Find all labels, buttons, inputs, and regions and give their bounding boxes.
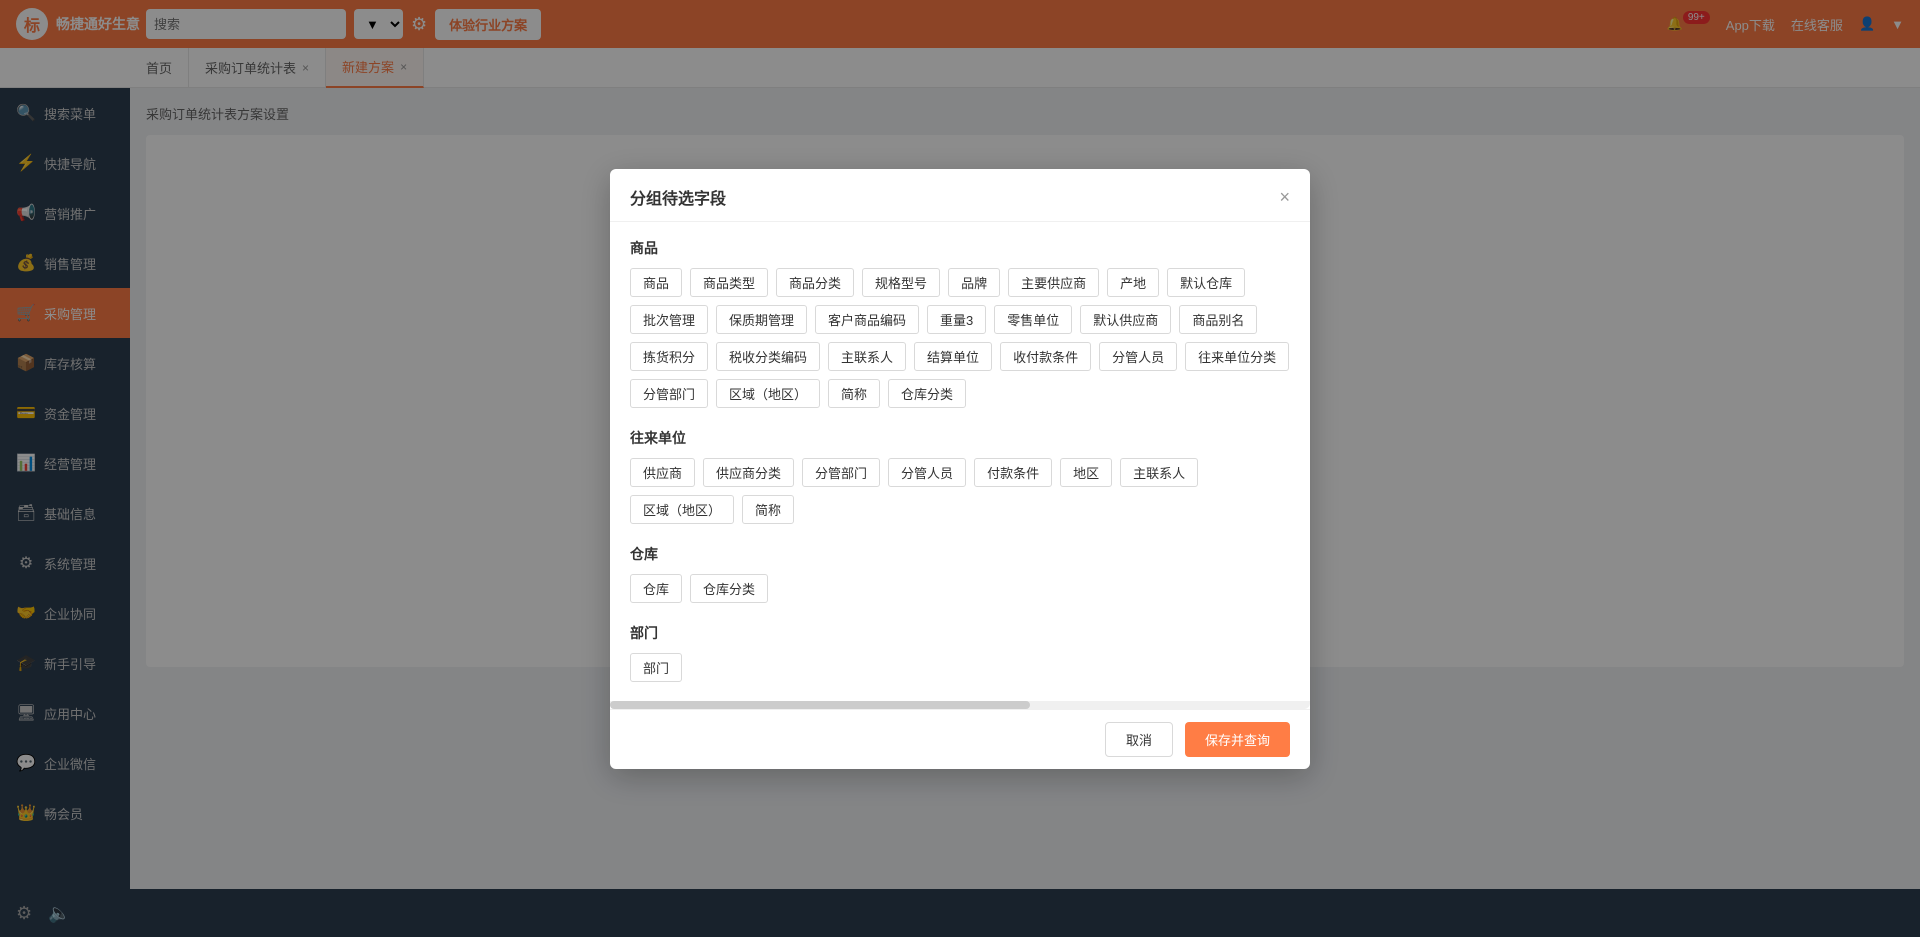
field-tag-往来单位分类[interactable]: 往来单位分类 (1185, 342, 1289, 371)
section-department: 部门部门 (630, 623, 1290, 682)
field-tag-重量3[interactable]: 重量3 (927, 305, 986, 334)
field-tag-收付款条件[interactable]: 收付款条件 (1000, 342, 1091, 371)
section-department-tags: 部门 (630, 653, 1290, 682)
section-partner-tags: 供应商供应商分类分管部门分管人员付款条件地区主联系人区域（地区） 简称 (630, 458, 1290, 524)
field-tag-主联系人[interactable]: 主联系人 (1120, 458, 1198, 487)
save-query-button[interactable]: 保存并查询 (1185, 722, 1290, 757)
modal-overlay: 分组待选字段 × 商品商品商品类型商品分类规格型号品牌主要供应商产地默认仓库批次… (0, 0, 1920, 937)
field-tag-商品类型[interactable]: 商品类型 (690, 268, 768, 297)
field-tag-规格型号[interactable]: 规格型号 (862, 268, 940, 297)
field-tag-供应商分类[interactable]: 供应商分类 (703, 458, 794, 487)
field-tag-品牌[interactable]: 品牌 (948, 268, 1000, 297)
field-tag-主联系人[interactable]: 主联系人 (828, 342, 906, 371)
field-tag-拣货积分[interactable]: 拣货积分 (630, 342, 708, 371)
field-tag-默认仓库[interactable]: 默认仓库 (1167, 268, 1245, 297)
field-tag-供应商[interactable]: 供应商 (630, 458, 695, 487)
field-tag-客户商品编码[interactable]: 客户商品编码 (815, 305, 919, 334)
field-tag-商品分类[interactable]: 商品分类 (776, 268, 854, 297)
modal-footer: 取消 保存并查询 (610, 709, 1310, 769)
section-warehouse-tags: 仓库仓库分类 (630, 574, 1290, 603)
section-goods-tags: 商品商品类型商品分类规格型号品牌主要供应商产地默认仓库批次管理保质期管理客户商品… (630, 268, 1290, 408)
field-tag-零售单位[interactable]: 零售单位 (994, 305, 1072, 334)
field-tag-默认供应商[interactable]: 默认供应商 (1080, 305, 1171, 334)
field-tag-区域（地区）[interactable]: 区域（地区） (716, 379, 820, 408)
section-department-title: 部门 (630, 623, 1290, 643)
modal-header: 分组待选字段 × (610, 169, 1310, 222)
cancel-button[interactable]: 取消 (1105, 722, 1173, 757)
section-goods: 商品商品商品类型商品分类规格型号品牌主要供应商产地默认仓库批次管理保质期管理客户… (630, 238, 1290, 408)
field-tag-仓库分类[interactable]: 仓库分类 (888, 379, 966, 408)
field-tag-结算单位[interactable]: 结算单位 (914, 342, 992, 371)
scrollbar-thumb (610, 701, 1030, 709)
section-warehouse: 仓库仓库仓库分类 (630, 544, 1290, 603)
modal-horizontal-scrollbar[interactable] (610, 701, 1310, 709)
field-tag-税收分类编码[interactable]: 税收分类编码 (716, 342, 820, 371)
section-warehouse-title: 仓库 (630, 544, 1290, 564)
modal-close-button[interactable]: × (1279, 188, 1290, 206)
field-tag-仓库[interactable]: 仓库 (630, 574, 682, 603)
section-partner: 往来单位供应商供应商分类分管部门分管人员付款条件地区主联系人区域（地区） 简称 (630, 428, 1290, 524)
section-goods-title: 商品 (630, 238, 1290, 258)
field-select-modal: 分组待选字段 × 商品商品商品类型商品分类规格型号品牌主要供应商产地默认仓库批次… (610, 169, 1310, 769)
field-tag-付款条件[interactable]: 付款条件 (974, 458, 1052, 487)
field-tag-部门[interactable]: 部门 (630, 653, 682, 682)
field-tag-主要供应商[interactable]: 主要供应商 (1008, 268, 1099, 297)
field-tag-商品[interactable]: 商品 (630, 268, 682, 297)
field-tag-商品别名[interactable]: 商品别名 (1179, 305, 1257, 334)
field-tag-批次管理[interactable]: 批次管理 (630, 305, 708, 334)
field-tag-分管部门[interactable]: 分管部门 (630, 379, 708, 408)
field-tag-简称[interactable]: 简称 (828, 379, 880, 408)
field-tag-分管人员[interactable]: 分管人员 (888, 458, 966, 487)
field-tag-保质期管理[interactable]: 保质期管理 (716, 305, 807, 334)
field-tag-分管人员[interactable]: 分管人员 (1099, 342, 1177, 371)
field-tag-简称[interactable]: 简称 (742, 495, 794, 524)
field-tag-仓库分类[interactable]: 仓库分类 (690, 574, 768, 603)
modal-body[interactable]: 商品商品商品类型商品分类规格型号品牌主要供应商产地默认仓库批次管理保质期管理客户… (610, 222, 1310, 701)
field-tag-分管部门[interactable]: 分管部门 (802, 458, 880, 487)
modal-title: 分组待选字段 (630, 185, 726, 209)
field-tag-产地[interactable]: 产地 (1107, 268, 1159, 297)
section-partner-title: 往来单位 (630, 428, 1290, 448)
field-tag-地区[interactable]: 地区 (1060, 458, 1112, 487)
field-tag-区域（地区）[interactable]: 区域（地区） (630, 495, 734, 524)
